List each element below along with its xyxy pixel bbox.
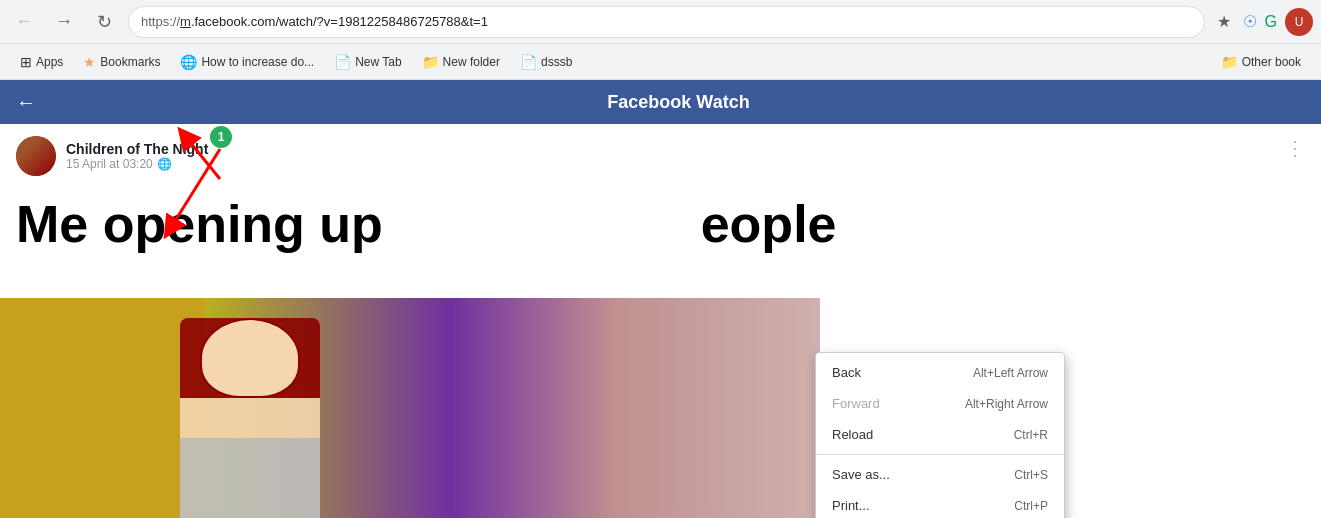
bookmark-dsssb[interactable]: 📄 dsssb (512, 50, 580, 74)
avatar-image (16, 136, 56, 176)
other-book-icon: 📁 (1221, 54, 1238, 70)
cm-save-as-label: Save as... (832, 467, 890, 482)
globe-favicon-icon: 🌐 (180, 54, 197, 70)
step-1-label: 1 (218, 130, 225, 144)
apps-grid-icon: ⊞ (20, 54, 32, 70)
step-1-circle: 1 (210, 126, 232, 148)
cm-back-shortcut: Alt+Left Arrow (973, 366, 1048, 380)
cm-reload[interactable]: Reload Ctrl+R (816, 419, 1064, 450)
cm-print[interactable]: Print... Ctrl+P (816, 490, 1064, 518)
post-options-button[interactable]: ⋮ (1285, 136, 1305, 160)
fb-back-button[interactable]: ← (16, 91, 36, 114)
cm-forward: Forward Alt+Right Arrow (816, 388, 1064, 419)
dsssb-label: dsssb (541, 55, 572, 69)
url-protocol: https:// (141, 14, 180, 29)
context-menu: Back Alt+Left Arrow Forward Alt+Right Ar… (815, 352, 1065, 518)
bookmark-star-icon[interactable]: ★ (1213, 8, 1235, 35)
cm-back[interactable]: Back Alt+Left Arrow (816, 357, 1064, 388)
page-content: Children of The Night 15 April at 03:20 … (0, 124, 1321, 518)
bookmark-new-tab[interactable]: 📄 New Tab (326, 50, 409, 74)
url-bar[interactable]: https://m.facebook.com/watch/?v=19812258… (128, 6, 1205, 38)
star-icon: ★ (83, 54, 96, 70)
shield-icon: ☉ (1243, 12, 1257, 31)
bookmark-new-folder[interactable]: 📁 New folder (414, 50, 508, 74)
meme-text-content: Me opening up (16, 195, 383, 253)
cm-save-as[interactable]: Save as... Ctrl+S (816, 459, 1064, 490)
cm-print-shortcut: Ctrl+P (1014, 499, 1048, 513)
anime-head (200, 318, 300, 398)
meme-image-area (0, 298, 820, 518)
dsssb-favicon-icon: 📄 (520, 54, 537, 70)
post-meta: 15 April at 03:20 🌐 (66, 157, 1305, 171)
post-globe-icon: 🌐 (157, 157, 172, 171)
post-avatar (16, 136, 56, 176)
facebook-header: ← Facebook Watch (0, 80, 1321, 124)
cm-save-as-shortcut: Ctrl+S (1014, 468, 1048, 482)
meme-text: Me opening up eople (16, 196, 1305, 253)
profile-avatar[interactable]: U (1285, 8, 1313, 36)
cm-forward-label: Forward (832, 396, 880, 411)
post-info: Children of The Night 15 April at 03:20 … (66, 141, 1305, 171)
address-bar: ← → ↻ https://m.facebook.com/watch/?v=19… (0, 0, 1321, 44)
bookmarks-label: Bookmarks (100, 55, 160, 69)
meme-text-area: Me opening up eople (0, 188, 1321, 253)
reload-button[interactable]: ↻ (88, 6, 120, 38)
folder-icon: 📁 (422, 54, 439, 70)
browser-frame: ← → ↻ https://m.facebook.com/watch/?v=19… (0, 0, 1321, 518)
new-tab-favicon-icon: 📄 (334, 54, 351, 70)
how-to-label: How to increase do... (201, 55, 314, 69)
post-header: Children of The Night 15 April at 03:20 … (0, 124, 1321, 188)
url-highlighted: m (180, 14, 191, 29)
cm-reload-label: Reload (832, 427, 873, 442)
google-account-icon[interactable]: G (1265, 13, 1277, 31)
cm-reload-shortcut: Ctrl+R (1014, 428, 1048, 442)
new-tab-label: New Tab (355, 55, 401, 69)
meme-background (0, 298, 820, 518)
bookmark-how-to[interactable]: 🌐 How to increase do... (172, 50, 322, 74)
forward-button[interactable]: → (48, 6, 80, 38)
new-folder-label: New folder (443, 55, 500, 69)
bookmark-other-book[interactable]: 📁 Other book (1213, 50, 1309, 74)
other-book-label: Other book (1242, 55, 1301, 69)
bookmark-bookmarks[interactable]: ★ Bookmarks (75, 50, 168, 74)
bookmark-apps[interactable]: ⊞ Apps (12, 50, 71, 74)
post-author-name: Children of The Night (66, 141, 1305, 157)
apps-label: Apps (36, 55, 63, 69)
back-button[interactable]: ← (8, 6, 40, 38)
cm-forward-shortcut: Alt+Right Arrow (965, 397, 1048, 411)
post-date: 15 April at 03:20 (66, 157, 153, 171)
cm-divider-1 (816, 454, 1064, 455)
url-rest: .facebook.com/watch/?v=19812258486725788… (191, 14, 1192, 29)
cm-print-label: Print... (832, 498, 870, 513)
cm-back-label: Back (832, 365, 861, 380)
fb-header-title: Facebook Watch (52, 92, 1305, 113)
bookmarks-bar: ⊞ Apps ★ Bookmarks 🌐 How to increase do.… (0, 44, 1321, 80)
